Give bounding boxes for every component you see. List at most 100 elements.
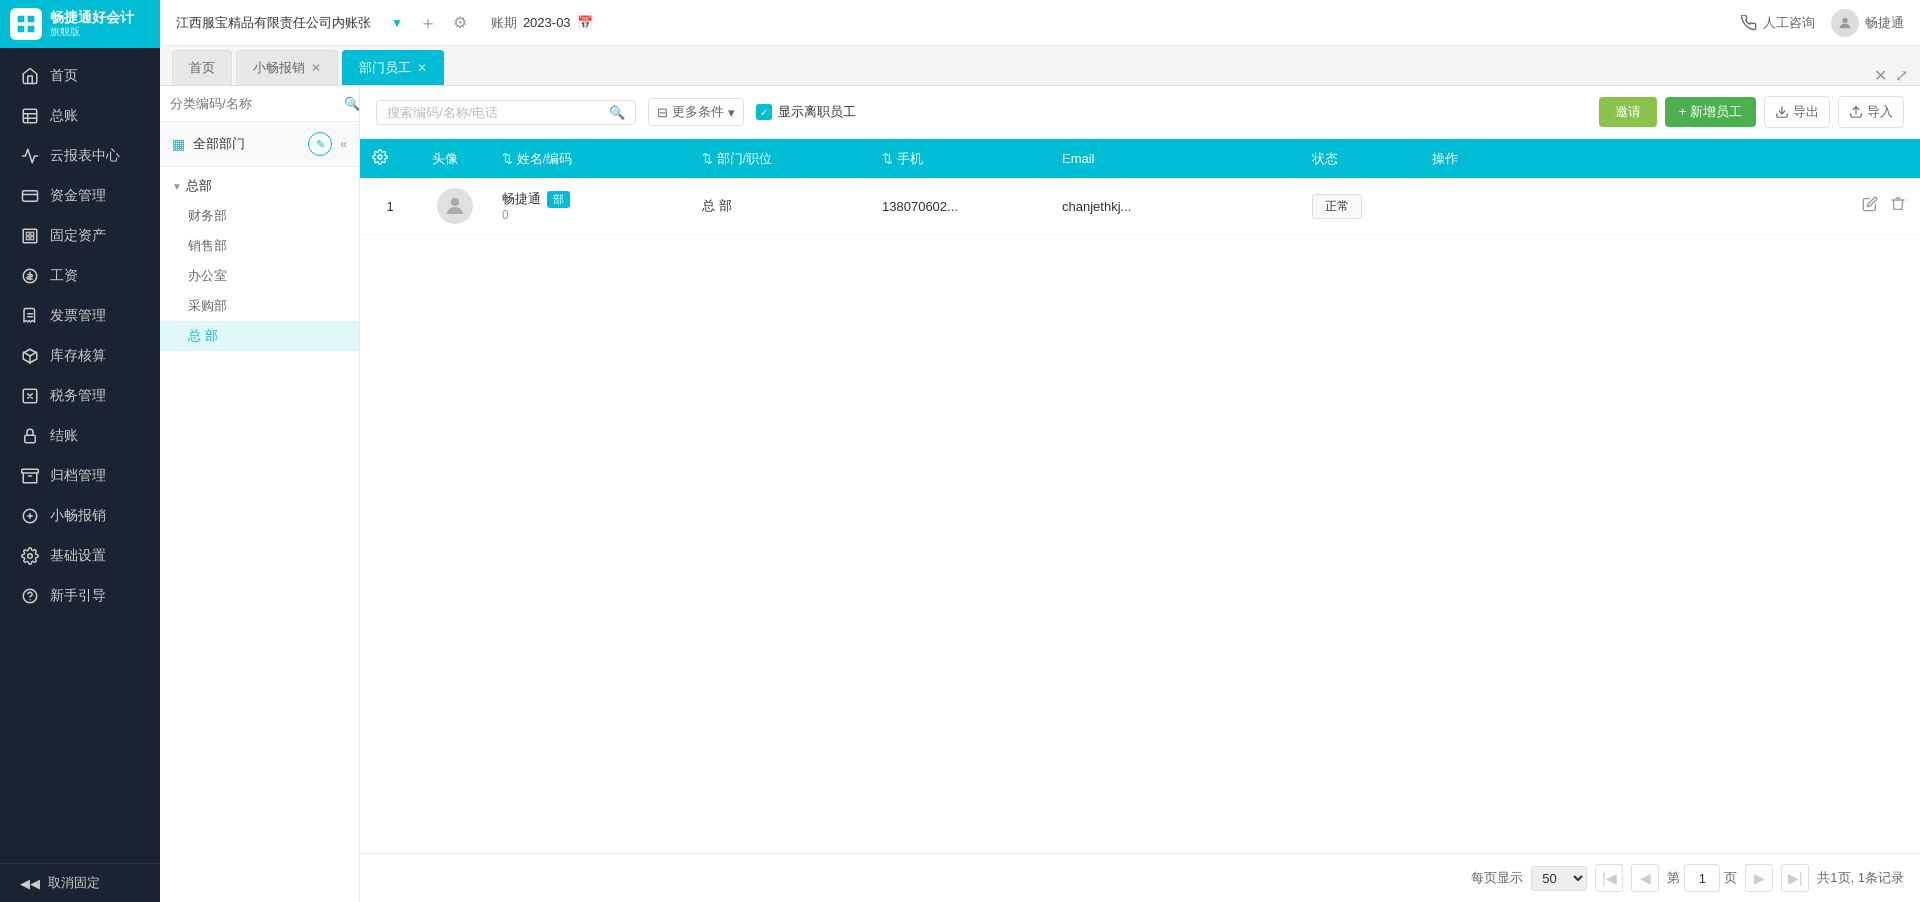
employee-search-icon[interactable]: 🔍 xyxy=(609,105,625,120)
sidebar-item-inventory[interactable]: 库存核算 xyxy=(0,336,160,376)
dept-child-purchase-label: 采购部 xyxy=(188,298,227,313)
sidebar-item-funds[interactable]: 资金管理 xyxy=(0,176,160,216)
company-dropdown[interactable]: ▼ xyxy=(391,16,403,30)
header-settings-btn[interactable]: ⚙ xyxy=(453,13,467,32)
unpin-icon: ◀◀ xyxy=(20,876,40,891)
page-last-btn[interactable]: ▶| xyxy=(1781,864,1809,892)
filter-chevron-icon: ▾ xyxy=(728,105,735,120)
sidebar-item-close[interactable]: 结账 xyxy=(0,416,160,456)
svg-rect-13 xyxy=(26,237,29,240)
sidebar-item-ledger[interactable]: 总账 xyxy=(0,96,160,136)
svg-rect-4 xyxy=(23,109,37,123)
table-header-name[interactable]: ⇅ 姓名/编码 xyxy=(490,139,690,178)
sidebar-item-home[interactable]: 首页 xyxy=(0,56,160,96)
filter-label: 更多条件 xyxy=(672,103,724,121)
sidebar-logo[interactable]: 畅捷通好会计 旗舰版 xyxy=(0,0,160,48)
tab-employees[interactable]: 部门员工 ✕ xyxy=(342,50,444,85)
dept-child-finance-label: 财务部 xyxy=(188,208,227,223)
dept-header: ▦ 全部部门 ✎ « xyxy=(160,122,359,167)
lock-icon xyxy=(20,426,40,446)
svg-rect-1 xyxy=(28,16,35,23)
tab-expand[interactable]: ⤢ xyxy=(1895,66,1908,85)
dept-search-input[interactable] xyxy=(170,96,338,111)
period-value: 2023-03 xyxy=(523,15,571,30)
sidebar-unpin[interactable]: ◀◀ 取消固定 xyxy=(0,863,160,902)
dept-panel: 🔍 ▦ 全部部门 ✎ « ▼ 总部 财务部 销售部 xyxy=(160,86,360,902)
dept-search-icon[interactable]: 🔍 xyxy=(344,96,360,111)
page-prev-btn[interactable]: ◀ xyxy=(1631,864,1659,892)
dept-collapse-btn[interactable]: « xyxy=(340,137,347,151)
page-input[interactable] xyxy=(1684,864,1720,892)
sidebar-item-assets[interactable]: 固定资产 xyxy=(0,216,160,256)
table-header-gear[interactable] xyxy=(360,139,420,178)
dept-edit-btn[interactable]: ✎ xyxy=(308,132,332,156)
dept-child-office[interactable]: 办公室 xyxy=(160,261,359,291)
sidebar-item-guide[interactable]: 新手引导 xyxy=(0,576,160,616)
guide-icon xyxy=(20,586,40,606)
tab-close-all[interactable]: ✕ xyxy=(1874,66,1887,85)
table-header-status: 状态 xyxy=(1300,139,1420,178)
invite-btn[interactable]: 邀请 xyxy=(1599,97,1657,127)
dept-child-purchase[interactable]: 采购部 xyxy=(160,291,359,321)
row-name-cell: 畅捷通 部 0 xyxy=(490,178,690,235)
home-icon xyxy=(20,66,40,86)
tab-expense-close[interactable]: ✕ xyxy=(311,61,321,75)
table-header-dept[interactable]: ⇅ 部门/职位 xyxy=(690,139,870,178)
unpin-label: 取消固定 xyxy=(48,874,100,892)
page-next-btn[interactable]: ▶ xyxy=(1745,864,1773,892)
sidebar-item-tax[interactable]: 税务管理 xyxy=(0,376,160,416)
tab-home-label: 首页 xyxy=(189,59,215,77)
sidebar-item-expense[interactable]: 小畅报销 xyxy=(0,496,160,536)
row-phone: 138070602... xyxy=(870,178,1050,235)
archive-icon xyxy=(20,466,40,486)
filter-btn[interactable]: ⊟ 更多条件 ▾ xyxy=(648,98,744,126)
logo-sub: 旗舰版 xyxy=(50,25,134,39)
per-page-label: 每页显示 xyxy=(1471,869,1523,887)
dept-child-sales[interactable]: 销售部 xyxy=(160,231,359,261)
add-employee-btn[interactable]: + 新增员工 xyxy=(1665,97,1756,127)
svg-point-24 xyxy=(28,554,33,559)
employee-search-box: 🔍 xyxy=(376,100,636,125)
import-btn[interactable]: 导入 xyxy=(1838,96,1904,128)
calendar-icon[interactable]: 📅 xyxy=(577,15,593,30)
user-menu[interactable]: 畅捷通 xyxy=(1831,9,1904,37)
sidebar-item-salary[interactable]: 工资 xyxy=(0,256,160,296)
sidebar-item-reports[interactable]: 云报表中心 xyxy=(0,136,160,176)
add-company-btn[interactable]: ＋ xyxy=(419,11,437,35)
svg-rect-12 xyxy=(31,232,34,235)
svg-rect-14 xyxy=(31,237,34,240)
row-avatar xyxy=(420,178,490,235)
page-first-btn[interactable]: |◀ xyxy=(1595,864,1623,892)
page-label: 第 xyxy=(1667,869,1680,887)
dept-parent-item[interactable]: ▼ 总部 xyxy=(160,171,359,201)
sidebar-item-invoice[interactable]: 发票管理 xyxy=(0,296,160,336)
dept-child-hq[interactable]: 总 部 xyxy=(160,321,359,351)
sidebar-item-settings[interactable]: 基础设置 xyxy=(0,536,160,576)
tab-employees-close[interactable]: ✕ xyxy=(417,61,427,75)
row-status: 正常 xyxy=(1300,178,1420,235)
dept-grid-icon: ▦ xyxy=(172,136,185,152)
tab-expense[interactable]: 小畅报销 ✕ xyxy=(236,50,338,85)
export-btn[interactable]: 导出 xyxy=(1764,96,1830,128)
employee-table: 头像 ⇅ 姓名/编码 ⇅ 部门/职位 ⇅ 手机 Email 状态 xyxy=(360,139,1920,853)
svg-rect-8 xyxy=(23,191,38,202)
table-header-phone[interactable]: ⇅ 手机 xyxy=(870,139,1050,178)
sidebar-label-invoice: 发票管理 xyxy=(50,307,106,325)
delete-btn[interactable] xyxy=(1888,194,1908,218)
dept-child-finance[interactable]: 财务部 xyxy=(160,201,359,231)
per-page-select[interactable]: 50 20 100 xyxy=(1531,866,1587,891)
tab-home[interactable]: 首页 xyxy=(172,50,232,85)
employee-dept-badge: 部 xyxy=(547,191,570,208)
chart-icon xyxy=(20,146,40,166)
show-resigned-toggle[interactable]: 显示离职员工 xyxy=(756,103,856,121)
money-icon xyxy=(20,266,40,286)
sidebar-label-assets: 固定资产 xyxy=(50,227,106,245)
sidebar-item-archive[interactable]: 归档管理 xyxy=(0,456,160,496)
employee-search-input[interactable] xyxy=(387,105,603,120)
sidebar-label-expense: 小畅报销 xyxy=(50,507,106,525)
show-resigned-checkbox[interactable] xyxy=(756,104,772,120)
edit-btn[interactable] xyxy=(1860,194,1880,218)
gear-icon xyxy=(20,546,40,566)
sidebar-label-settings: 基础设置 xyxy=(50,547,106,565)
support-btn[interactable]: 人工咨询 xyxy=(1741,14,1815,32)
